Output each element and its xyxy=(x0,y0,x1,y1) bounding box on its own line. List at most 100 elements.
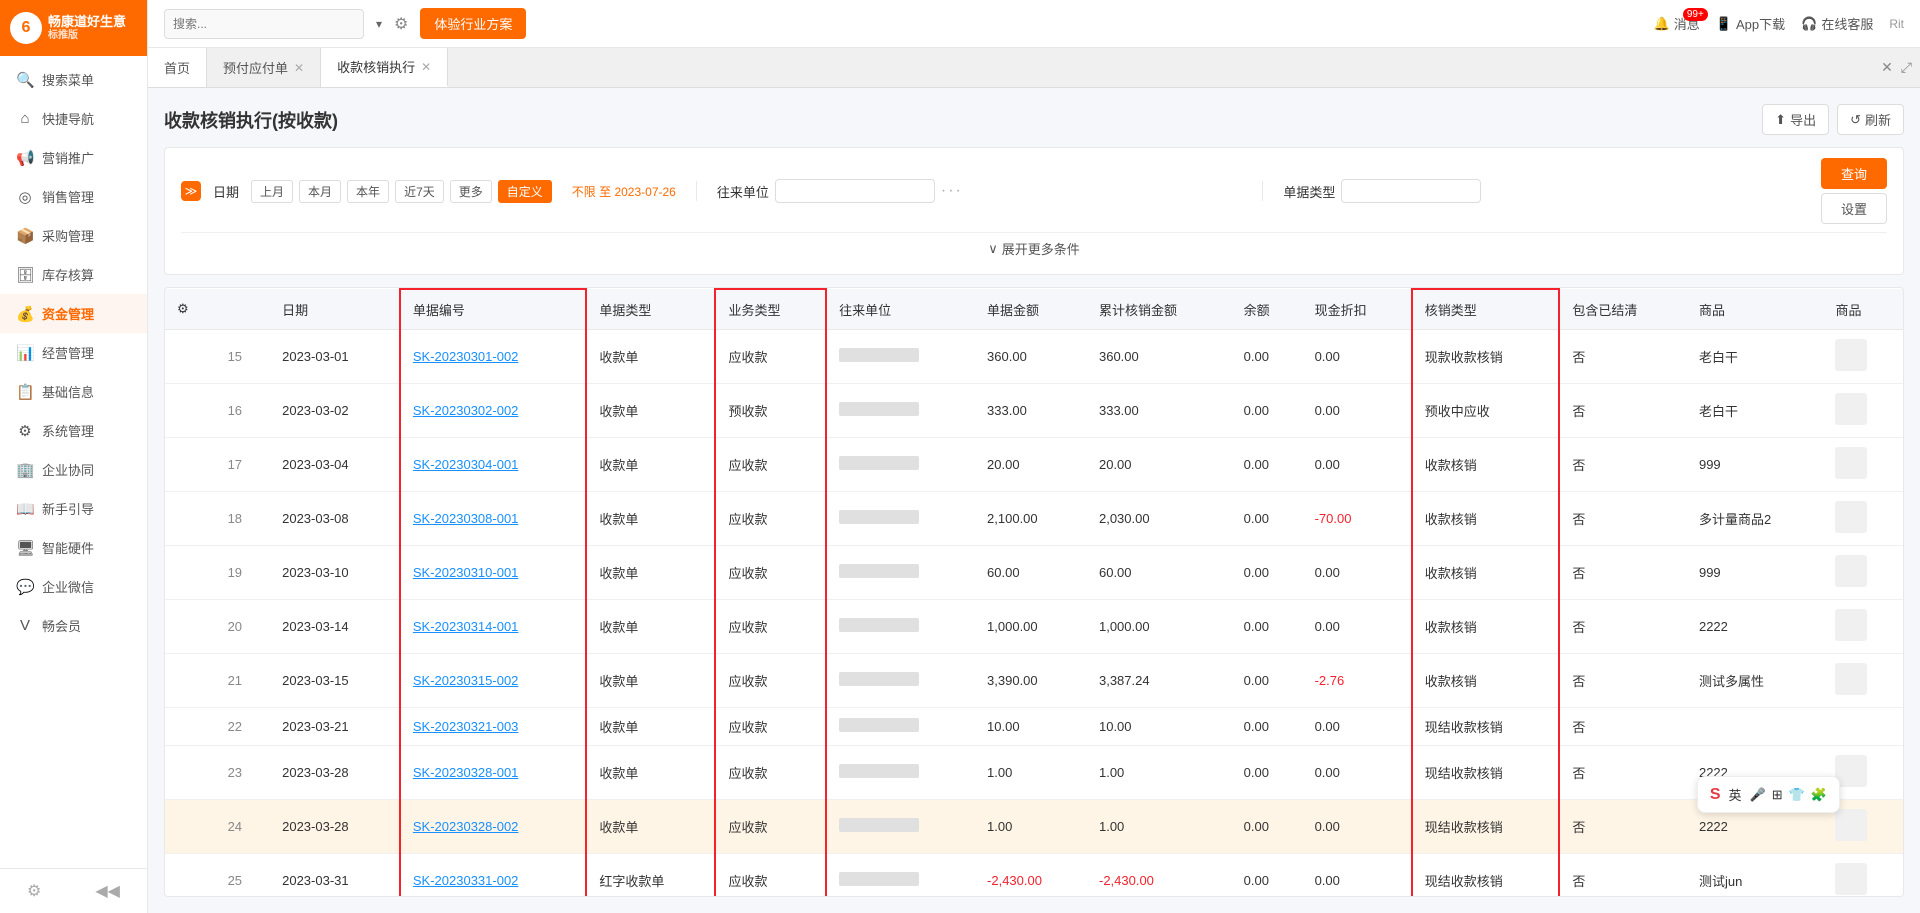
cell-biz_type: 应收款 xyxy=(715,330,826,384)
sidebar-item-wechat[interactable]: 💬企业微信 xyxy=(0,567,147,606)
refresh-icon: ↺ xyxy=(1850,112,1861,128)
cell-date: 2023-03-08 xyxy=(270,492,400,546)
bill-no-link[interactable]: SK-20230308-001 xyxy=(413,511,519,526)
tab-close-prepay[interactable]: ✕ xyxy=(294,61,304,75)
col-header-settings[interactable]: ⚙ xyxy=(165,289,216,330)
sidebar-item-search-menu[interactable]: 🔍搜索菜单 xyxy=(0,60,147,99)
table-row[interactable]: 182023-03-08SK-20230308-001收款单应收款2,100.0… xyxy=(165,492,1903,546)
maximize-icon[interactable]: ⤢ xyxy=(1901,59,1912,76)
filter-toggle-button[interactable]: ≫ xyxy=(181,181,201,201)
partner-filter: 往来单位 ··· xyxy=(717,179,1243,203)
online-support-button[interactable]: 🎧 在线客服 xyxy=(1801,14,1873,33)
sidebar-item-operations[interactable]: 📊经营管理 xyxy=(0,333,147,372)
bill-no-link[interactable]: SK-20230328-001 xyxy=(413,765,519,780)
col-header-goods: 商品 xyxy=(1687,289,1823,330)
sidebar-item-guide[interactable]: 📖新手引导 xyxy=(0,489,147,528)
purchase-icon: 📦 xyxy=(16,227,34,245)
sidebar-item-sales[interactable]: ◎销售管理 xyxy=(0,177,147,216)
cell-bill_type: 收款单 xyxy=(586,654,715,708)
table-row[interactable]: 242023-03-28SK-20230328-002收款单应收款1.001.0… xyxy=(165,800,1903,854)
partner-input[interactable] xyxy=(775,179,935,203)
chevron-down-icon: ∨ xyxy=(988,241,998,257)
date-custom-button[interactable]: 自定义 xyxy=(498,180,552,203)
export-button[interactable]: ⬆ 导出 xyxy=(1762,104,1829,135)
table-row[interactable]: 152023-03-01SK-20230301-002收款单应收款360.003… xyxy=(165,330,1903,384)
table-row[interactable]: 252023-03-31SK-20230331-002红字收款单应收款-2,43… xyxy=(165,854,1903,898)
smart-hw-icon: 🖥 xyxy=(16,539,34,557)
app-name-text: 畅康道好生意 标推版 xyxy=(48,14,126,42)
bill-no-link[interactable]: SK-20230328-002 xyxy=(413,819,519,834)
date-option-本年[interactable]: 本年 xyxy=(347,180,389,203)
topbar: ▾ ⚙ 体验行业方案 🔔 消息 99+ 📱 App下载 🎧 在线客服 Rit xyxy=(148,0,1920,48)
date-option-近7天[interactable]: 近7天 xyxy=(395,180,444,203)
sidebar-item-smart-hw[interactable]: 🖥智能硬件 xyxy=(0,528,147,567)
table-row[interactable]: 202023-03-14SK-20230314-001收款单应收款1,000.0… xyxy=(165,600,1903,654)
col-header-row_num xyxy=(216,289,271,330)
more-options-icon[interactable]: ··· xyxy=(941,182,963,200)
bill-no-link[interactable]: SK-20230315-002 xyxy=(413,673,519,688)
sidebar-item-inventory[interactable]: 🗄库存核算 xyxy=(0,255,147,294)
sidebar-item-marketing[interactable]: 📢营销推广 xyxy=(0,138,147,177)
cell-verify_type: 收款核销 xyxy=(1412,546,1560,600)
sidebar-item-quick-nav[interactable]: ⌂快捷导航 xyxy=(0,99,147,138)
sidebar-item-member[interactable]: V畅会员 xyxy=(0,606,147,645)
cell-goods: 测试jun xyxy=(1687,854,1823,898)
cell-settings xyxy=(165,746,216,800)
settings-icon[interactable]: ⚙ xyxy=(19,877,49,905)
cell-bill_amount: 10.00 xyxy=(975,708,1087,746)
puzzle-icon[interactable]: 🧩 xyxy=(1811,787,1827,803)
topbar-dropdown-icon[interactable]: ▾ xyxy=(376,17,382,31)
sidebar-item-purchase[interactable]: 📦采购管理 xyxy=(0,216,147,255)
tab-prepay[interactable]: 预付应付单✕ xyxy=(207,48,321,87)
tab-close-collection-verify[interactable]: ✕ xyxy=(421,60,431,74)
cell-goods2 xyxy=(1823,438,1903,492)
notifications-button[interactable]: 🔔 消息 99+ xyxy=(1654,14,1700,33)
bill-no-link[interactable]: SK-20230321-003 xyxy=(413,719,519,734)
collapse-icon[interactable]: ◀◀ xyxy=(87,877,128,905)
topbar-right: 🔔 消息 99+ 📱 App下载 🎧 在线客服 Rit xyxy=(1654,14,1904,33)
watermark-logo: S xyxy=(1710,786,1721,804)
mic-icon[interactable]: 🎤 xyxy=(1750,787,1766,803)
sidebar-item-enterprise[interactable]: 🏢企业协同 xyxy=(0,450,147,489)
bill-no-link[interactable]: SK-20230301-002 xyxy=(413,349,519,364)
table-row[interactable]: 192023-03-10SK-20230310-001收款单应收款60.0060… xyxy=(165,546,1903,600)
bill-no-link[interactable]: SK-20230314-001 xyxy=(413,619,519,634)
date-option-上月[interactable]: 上月 xyxy=(251,180,293,203)
sidebar-item-basic-info[interactable]: 📋基础信息 xyxy=(0,372,147,411)
app-download-button[interactable]: 📱 App下载 xyxy=(1716,14,1785,33)
bill-no-link[interactable]: SK-20230304-001 xyxy=(413,457,519,472)
date-option-更多[interactable]: 更多 xyxy=(450,180,492,203)
operations-icon: 📊 xyxy=(16,344,34,362)
shirt-icon[interactable]: 👕 xyxy=(1789,787,1805,803)
bill-type-select[interactable] xyxy=(1341,179,1481,203)
cell-balance: 0.00 xyxy=(1232,438,1303,492)
table-row[interactable]: 162023-03-02SK-20230302-002收款单预收款333.003… xyxy=(165,384,1903,438)
cell-bill_amount: 333.00 xyxy=(975,384,1087,438)
settings-button[interactable]: 设置 xyxy=(1821,193,1887,224)
topbar-search-input[interactable] xyxy=(164,9,364,39)
bill-no-link[interactable]: SK-20230310-001 xyxy=(413,565,519,580)
expand-more-button[interactable]: ∨ 展开更多条件 xyxy=(181,232,1887,264)
bill-no-link[interactable]: SK-20230302-002 xyxy=(413,403,519,418)
table-row[interactable]: 172023-03-04SK-20230304-001收款单应收款20.0020… xyxy=(165,438,1903,492)
cell-biz_type: 应收款 xyxy=(715,600,826,654)
close-tab-icon[interactable]: ✕ xyxy=(1881,59,1893,76)
bill-no-link[interactable]: SK-20230331-002 xyxy=(413,873,519,888)
table-row[interactable]: 212023-03-15SK-20230315-002收款单应收款3,390.0… xyxy=(165,654,1903,708)
table-row[interactable]: 222023-03-21SK-20230321-003收款单应收款10.0010… xyxy=(165,708,1903,746)
topbar-gear-icon[interactable]: ⚙ xyxy=(394,14,408,34)
query-button[interactable]: 查询 xyxy=(1821,158,1887,189)
filter-row-main: ≫ 日期 上月本月本年近7天更多自定义 不限 至 2023-07-26 往来单位… xyxy=(181,158,1887,224)
cell-biz_type: 预收款 xyxy=(715,384,826,438)
industry-solution-button[interactable]: 体验行业方案 xyxy=(420,8,526,39)
table-header: ⚙日期单据编号单据类型业务类型往来单位单据金额累计核销金额余额现金折扣核销类型包… xyxy=(165,289,1903,330)
tab-collection-verify[interactable]: 收款核销执行✕ xyxy=(321,48,448,87)
tab-home[interactable]: 首页 xyxy=(148,48,207,87)
sidebar-item-system[interactable]: ⚙系统管理 xyxy=(0,411,147,450)
refresh-button[interactable]: ↺ 刷新 xyxy=(1837,104,1904,135)
grid-icon[interactable]: ⊞ xyxy=(1772,787,1783,803)
table-row[interactable]: 232023-03-28SK-20230328-001收款单应收款1.001.0… xyxy=(165,746,1903,800)
sidebar-item-finance[interactable]: 💰资金管理 xyxy=(0,294,147,333)
marketing-icon: 📢 xyxy=(16,149,34,167)
date-option-本月[interactable]: 本月 xyxy=(299,180,341,203)
